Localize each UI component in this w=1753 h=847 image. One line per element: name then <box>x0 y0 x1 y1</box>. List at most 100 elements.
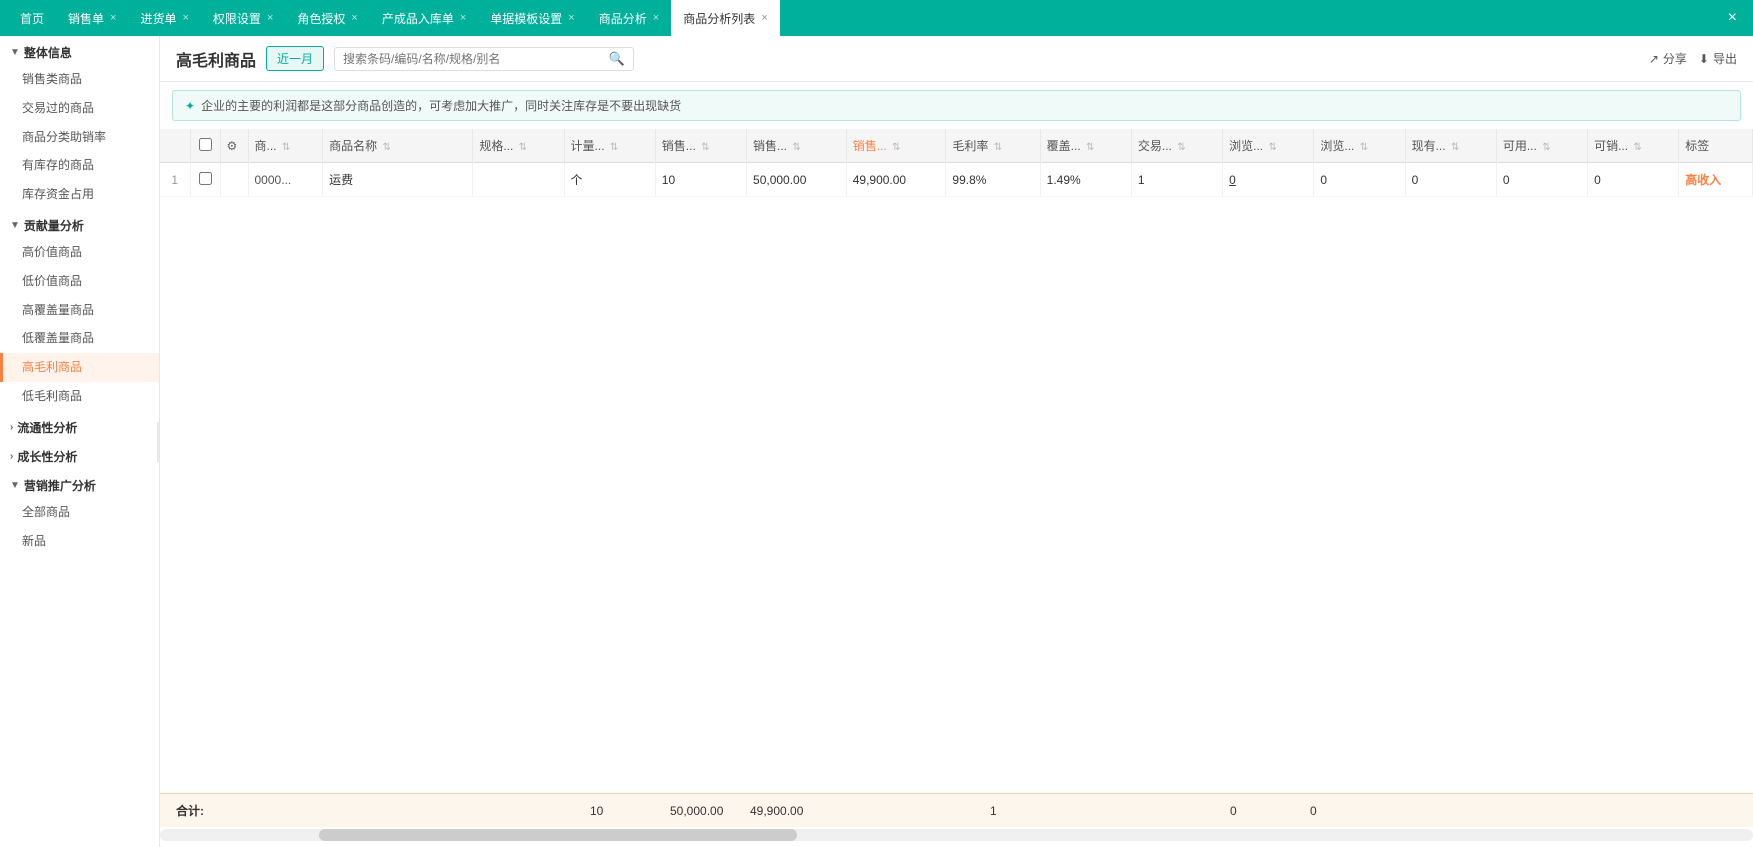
nav-close-sales[interactable]: × <box>110 12 116 24</box>
footer-sales-amount: 50,000.00 <box>664 804 744 818</box>
nav-product-analysis[interactable]: 商品分析 × <box>587 0 671 36</box>
sidebar-item-all-goods[interactable]: 全部商品 <box>0 498 159 527</box>
info-icon: ✦ <box>185 99 195 113</box>
sidebar-section-overview[interactable]: ▼ 整体信息 <box>0 36 159 65</box>
cell-trade: 1 <box>1131 163 1222 197</box>
sidebar-item-new-goods[interactable]: 新品 <box>0 527 159 556</box>
cell-checkbox[interactable] <box>190 163 220 197</box>
col-browse1[interactable]: 浏览... ⇅ <box>1223 129 1314 163</box>
col-browse2[interactable]: 浏览... ⇅ <box>1314 129 1405 163</box>
col-sales-amount[interactable]: 销售... ⇅ <box>747 129 847 163</box>
nav-close-template[interactable]: × <box>568 12 574 24</box>
col-settings[interactable]: ⚙ <box>220 129 248 163</box>
sort-icon-name: ⇅ <box>383 142 391 153</box>
table-footer: 合计: 10 50,000.00 49,900.00 1 0 0 <box>160 793 1753 827</box>
sort-icon-stock: ⇅ <box>1451 142 1459 153</box>
cell-browse1[interactable]: 0 <box>1223 163 1314 197</box>
col-checkbox <box>190 129 220 163</box>
table-wrapper: ⚙ 商... ⇅ 商品名称 ⇅ 规格... ⇅ <box>160 129 1753 847</box>
sidebar-item-sales-goods[interactable]: 销售类商品 <box>0 65 159 94</box>
sidebar-item-low-margin[interactable]: 低毛利商品 <box>0 382 159 411</box>
sidebar-section-marketing[interactable]: ▼ 营销推广分析 <box>0 469 159 498</box>
content-header: 高毛利商品 近一月 🔍 ↗ 分享 ⬇ 导出 <box>160 36 1753 82</box>
table-header-row: ⚙ 商... ⇅ 商品名称 ⇅ 规格... ⇅ <box>160 129 1753 163</box>
nav-close-inbound[interactable]: × <box>460 12 466 24</box>
cell-coverage: 1.49% <box>1040 163 1131 197</box>
nav-sales-order[interactable]: 销售单 × <box>56 0 128 36</box>
share-button[interactable]: ↗ 分享 <box>1649 50 1687 67</box>
nav-close-all[interactable]: × <box>1720 9 1745 27</box>
sidebar-item-high-value[interactable]: 高价值商品 <box>0 238 159 267</box>
cell-tag: 高收入 <box>1679 163 1753 197</box>
sidebar-collapse-btn[interactable]: « <box>157 422 160 462</box>
sidebar-item-in-stock-goods[interactable]: 有库存的商品 <box>0 151 159 180</box>
cell-spec <box>473 163 564 197</box>
cell-sales-profit: 49,900.00 <box>846 163 946 197</box>
select-all-checkbox[interactable] <box>199 138 212 151</box>
sidebar-section-flow[interactable]: › 流通性分析 <box>0 411 159 440</box>
col-code[interactable]: 商... ⇅ <box>248 129 323 163</box>
col-index <box>160 129 190 163</box>
col-name[interactable]: 商品名称 ⇅ <box>323 129 473 163</box>
sort-icon-sales-amount: ⇅ <box>792 142 800 153</box>
cell-index: 1 <box>160 163 190 197</box>
search-input[interactable] <box>343 52 609 66</box>
arrow-icon-2: ▼ <box>10 220 20 231</box>
sidebar-section-growth[interactable]: › 成长性分析 <box>0 440 159 469</box>
sort-icon-spec: ⇅ <box>519 142 527 153</box>
cell-available: 0 <box>1496 163 1587 197</box>
col-current-stock[interactable]: 现有... ⇅ <box>1405 129 1496 163</box>
cell-spacer <box>220 163 248 197</box>
nav-template-settings[interactable]: 单据模板设置 × <box>478 0 586 36</box>
col-available[interactable]: 可用... ⇅ <box>1496 129 1587 163</box>
nav-role-auth[interactable]: 角色授权 × <box>285 0 369 36</box>
sidebar-item-low-value[interactable]: 低价值商品 <box>0 267 159 296</box>
col-spec[interactable]: 规格... ⇅ <box>473 129 564 163</box>
sidebar-item-high-margin[interactable]: 高毛利商品 <box>0 353 159 382</box>
sidebar-item-traded-goods[interactable]: 交易过的商品 <box>0 94 159 123</box>
cell-code: 0000... <box>248 163 323 197</box>
cell-current-stock: 0 <box>1405 163 1496 197</box>
export-button[interactable]: ⬇ 导出 <box>1699 50 1737 67</box>
sidebar: « ▼ 整体信息 销售类商品 交易过的商品 商品分类助销率 有库存的商品 库存资… <box>0 36 160 847</box>
col-gross-rate[interactable]: 毛利率 ⇅ <box>946 129 1040 163</box>
cell-unit: 个 <box>564 163 655 197</box>
cell-browse2: 0 <box>1314 163 1405 197</box>
cell-sellable: 0 <box>1588 163 1679 197</box>
sidebar-item-category-sales-rate[interactable]: 商品分类助销率 <box>0 123 159 152</box>
col-trade[interactable]: 交易... ⇅ <box>1131 129 1222 163</box>
sidebar-item-high-coverage[interactable]: 高覆盖量商品 <box>0 296 159 325</box>
nav-close-permission[interactable]: × <box>267 12 273 24</box>
col-sales-qty[interactable]: 销售... ⇅ <box>655 129 746 163</box>
nav-permission-settings[interactable]: 权限设置 × <box>201 0 285 36</box>
nav-close-analysis-list[interactable]: × <box>761 12 767 24</box>
sort-icon-trade: ⇅ <box>1177 142 1185 153</box>
nav-product-analysis-list[interactable]: 商品分析列表 × <box>671 0 779 36</box>
sidebar-item-stock-fund[interactable]: 库存资金占用 <box>0 180 159 209</box>
row-checkbox[interactable] <box>199 172 212 185</box>
scroll-thumb[interactable] <box>319 829 797 841</box>
nav-product-inbound[interactable]: 产成品入库单 × <box>370 0 478 36</box>
cell-name: 运费 <box>323 163 473 197</box>
nav-close-purchase[interactable]: × <box>182 12 188 24</box>
nav-close-role[interactable]: × <box>351 12 357 24</box>
footer-sales-qty: 10 <box>584 804 664 818</box>
cell-gross-rate: 99.8% <box>946 163 1040 197</box>
sidebar-section-contribution[interactable]: ▼ 贡献量分析 <box>0 209 159 238</box>
col-sellable[interactable]: 可销... ⇅ <box>1588 129 1679 163</box>
nav-purchase-order[interactable]: 进货单 × <box>128 0 200 36</box>
cell-sales-amount: 50,000.00 <box>747 163 847 197</box>
export-icon: ⬇ <box>1699 52 1709 66</box>
col-unit[interactable]: 计量... ⇅ <box>564 129 655 163</box>
horizontal-scrollbar[interactable] <box>160 829 1753 841</box>
filter-recent-month[interactable]: 近一月 <box>266 46 324 71</box>
nav-close-analysis[interactable]: × <box>653 12 659 24</box>
sort-icon-browse1: ⇅ <box>1268 142 1276 153</box>
col-sales-profit[interactable]: 销售... ⇅ <box>846 129 946 163</box>
info-banner: ✦ 企业的主要的利润都是这部分商品创造的，可考虑加大推广，同时关注库存是不要出现… <box>172 90 1741 121</box>
sort-icon-sales-profit: ⇅ <box>892 142 900 153</box>
sidebar-item-low-coverage[interactable]: 低覆盖量商品 <box>0 324 159 353</box>
page-title: 高毛利商品 <box>176 47 256 71</box>
col-coverage[interactable]: 覆盖... ⇅ <box>1040 129 1131 163</box>
nav-home[interactable]: 首页 <box>8 0 56 36</box>
